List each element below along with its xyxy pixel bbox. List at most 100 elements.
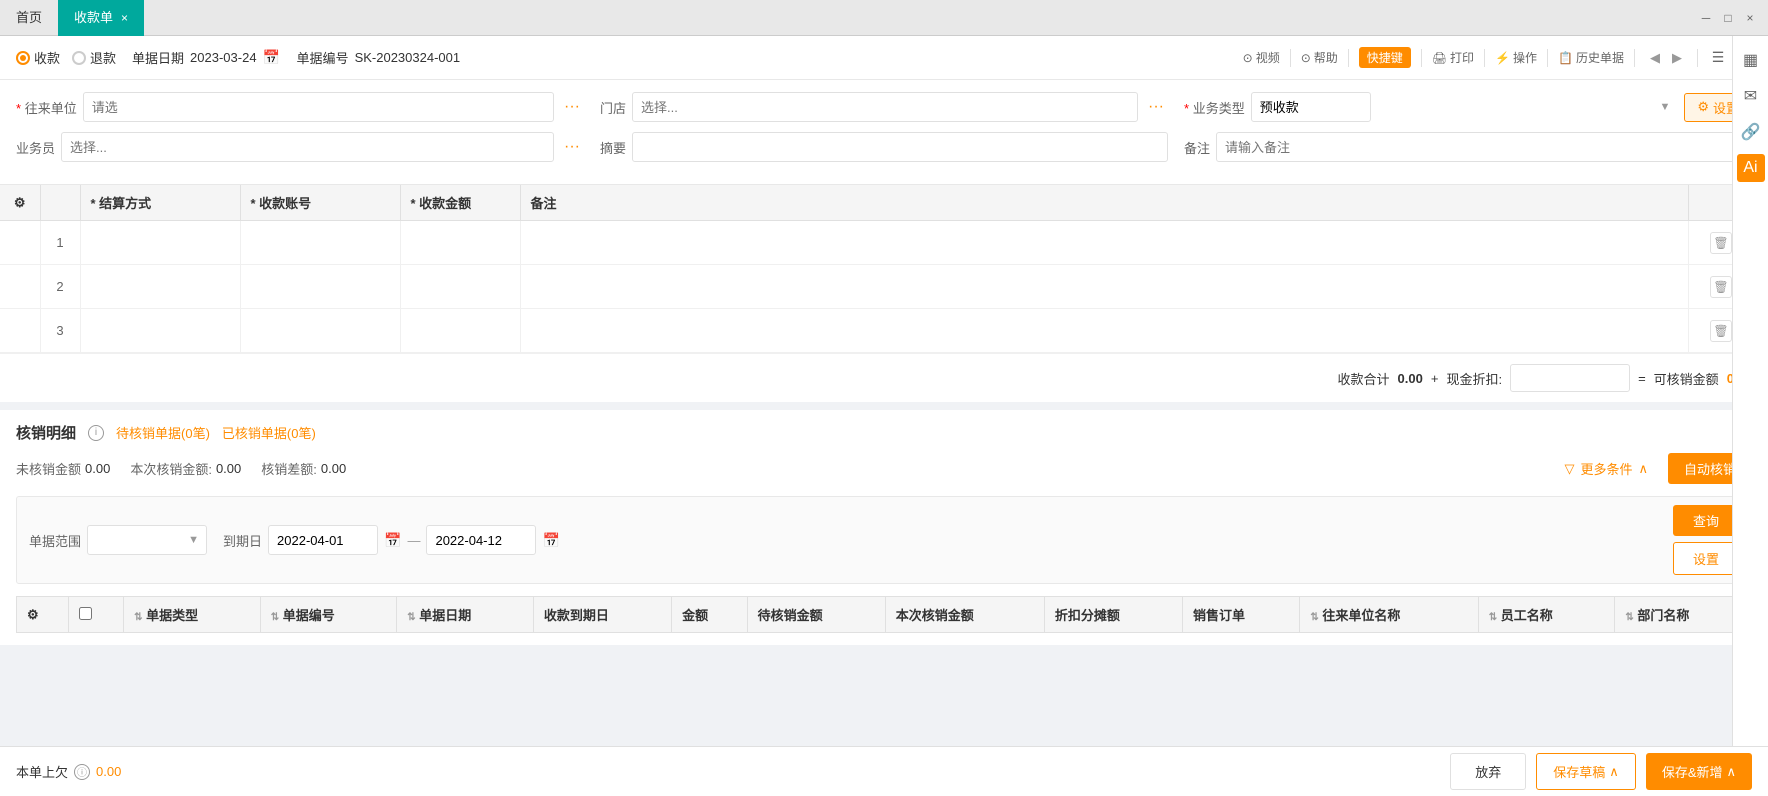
due-date-from[interactable] xyxy=(268,525,378,555)
counterpart-input[interactable] xyxy=(83,92,554,122)
row-1-account[interactable] xyxy=(240,221,400,265)
video-action[interactable]: ⊙ 视频 xyxy=(1243,49,1280,66)
due-date-filter: 到期日 📅 — 📅 xyxy=(223,525,560,555)
biztype-select[interactable]: 预收款 xyxy=(1251,92,1371,122)
save-draft-button[interactable]: 保存草稿 ∧ xyxy=(1536,753,1636,790)
detail-col-checkbox[interactable] xyxy=(69,597,124,633)
sidebar-ai-icon[interactable]: Ai xyxy=(1737,154,1765,182)
detail-col-type: ⇅ 单据类型 xyxy=(124,597,261,633)
receipt-radio[interactable]: 收款 xyxy=(16,48,60,67)
history-action[interactable]: 📋 历史单据 xyxy=(1558,49,1624,66)
row-2-account[interactable] xyxy=(240,265,400,309)
query-button[interactable]: 查询 xyxy=(1673,505,1739,536)
row-2-amount[interactable] xyxy=(400,265,520,309)
calendar-to-icon[interactable]: 📅 xyxy=(542,532,559,549)
row-1-settle[interactable] xyxy=(80,221,240,265)
help-action[interactable]: ⊙ 帮助 xyxy=(1301,49,1338,66)
sidebar-mail-icon[interactable]: ✉ xyxy=(1737,82,1765,110)
bottom-actions: 放弃 保存草稿 ∧ 保存&新增 ∧ xyxy=(1450,753,1752,790)
shortcut-action[interactable]: 快捷键 xyxy=(1359,47,1411,68)
detail-col-date: ⇅ 单据日期 xyxy=(397,597,534,633)
verify-info-icon[interactable]: i xyxy=(88,425,104,441)
sort-billno-icon[interactable]: ⇅ xyxy=(271,612,279,623)
discount-input[interactable] xyxy=(1510,364,1630,392)
history-label: 历史单据 xyxy=(1576,49,1624,66)
date-calendar-icon[interactable]: 📅 xyxy=(263,49,281,67)
row-1-remark[interactable] xyxy=(520,221,1688,265)
row-2-settle[interactable] xyxy=(80,265,240,309)
row-3-account[interactable] xyxy=(240,309,400,353)
operation-label: 操作 xyxy=(1513,49,1537,66)
list-view-icon[interactable]: ☰ xyxy=(1708,48,1728,68)
sidebar-table-icon[interactable]: ▦ xyxy=(1737,46,1765,74)
salesperson-input[interactable] xyxy=(61,132,554,162)
store-field: 门店 ··· xyxy=(600,92,1168,122)
sort-counterpart-icon[interactable]: ⇅ xyxy=(1310,612,1318,623)
detail-col-gear[interactable]: ⚙ xyxy=(17,597,69,633)
detail-col-billno: ⇅ 单据编号 xyxy=(260,597,397,633)
amount-header: * 收款金额 xyxy=(400,185,520,221)
bottom-bar: 本单上欠 ⓘ 0.00 放弃 保存草稿 ∧ 保存&新增 ∧ xyxy=(0,746,1768,796)
plus-sign: + xyxy=(1431,371,1439,386)
sort-date-icon[interactable]: ⇅ xyxy=(407,612,415,623)
maximize-button[interactable]: □ xyxy=(1718,8,1738,28)
store-input[interactable] xyxy=(632,92,1138,122)
close-button[interactable]: × xyxy=(1740,8,1760,28)
bottom-order-label: 本单上欠 xyxy=(16,762,68,781)
sidebar-link-icon[interactable]: 🔗 xyxy=(1737,118,1765,146)
row-2-delete-icon[interactable]: 🗑 xyxy=(1710,276,1732,298)
sort-dept-icon[interactable]: ⇅ xyxy=(1625,612,1633,623)
row-1-delete-icon[interactable]: 🗑 xyxy=(1710,232,1732,254)
summary-input[interactable] xyxy=(632,132,1168,162)
form-section: * 往来单位 ··· 门店 ··· * 业务类型 xyxy=(0,80,1768,185)
summary-bar: 收款合计 0.00 + 现金折扣: = 可核销金额 0.00 xyxy=(0,353,1768,402)
row-3-delete-icon[interactable]: 🗑 xyxy=(1710,320,1732,342)
row-3-amount[interactable] xyxy=(400,309,520,353)
date-value: 2023-03-24 xyxy=(190,50,257,65)
sort-type-icon[interactable]: ⇅ xyxy=(134,612,142,623)
available-label: 可核销金额 xyxy=(1654,369,1719,388)
form-row-1: * 往来单位 ··· 门店 ··· * 业务类型 xyxy=(16,92,1752,122)
row-2-remark[interactable] xyxy=(520,265,1688,309)
bottom-info-icon[interactable]: ⓘ xyxy=(74,764,90,780)
tab-close-icon[interactable]: × xyxy=(121,0,128,36)
sort-employee-icon[interactable]: ⇅ xyxy=(1489,612,1497,623)
select-all-checkbox[interactable] xyxy=(79,607,92,620)
detail-col-salesorder: 销售订单 xyxy=(1183,597,1300,633)
row-1-amount[interactable] xyxy=(400,221,520,265)
current-label: 本次核销金额: xyxy=(130,459,212,478)
due-date-to[interactable] xyxy=(426,525,536,555)
tab-home[interactable]: 首页 xyxy=(0,0,58,36)
remark-input[interactable] xyxy=(1216,132,1752,162)
salesperson-more-icon[interactable]: ··· xyxy=(560,138,584,156)
more-conditions[interactable]: ▽ 更多条件 ∧ xyxy=(1564,459,1648,478)
save-new-label: 保存&新增 xyxy=(1662,762,1723,781)
help-label: 帮助 xyxy=(1314,49,1338,66)
stats-row: 未核销金额 0.00 本次核销金额: 0.00 核销差额: 0.00 ▽ 更多条… xyxy=(16,453,1752,484)
print-action[interactable]: 🖨 打印 xyxy=(1432,49,1474,66)
filter-row: 单据范围 ▼ 到期日 📅 — 📅 查询 设置 xyxy=(16,496,1752,584)
range-select[interactable] xyxy=(87,525,207,555)
done-tab[interactable]: 已核销单据(0笔) xyxy=(222,423,316,442)
verify-header: 核销明细 i 待核销单据(0笔) 已核销单据(0笔) xyxy=(16,422,1752,443)
abandon-button[interactable]: 放弃 xyxy=(1450,753,1526,790)
refund-radio[interactable]: 退款 xyxy=(72,48,116,67)
operation-action[interactable]: ⚡ 操作 xyxy=(1495,49,1537,66)
table-row: 1 🗑 ⧉ xyxy=(0,221,1768,265)
pending-tab[interactable]: 待核销单据(0笔) xyxy=(116,423,210,442)
biztype-label: * 业务类型 xyxy=(1184,98,1245,117)
prev-arrow[interactable]: ◀ xyxy=(1645,48,1665,68)
next-arrow[interactable]: ▶ xyxy=(1667,48,1687,68)
counterpart-more-icon[interactable]: ··· xyxy=(560,98,584,116)
tab-receipt[interactable]: 收款单 × xyxy=(58,0,144,36)
save-new-button[interactable]: 保存&新增 ∧ xyxy=(1646,753,1752,790)
table-gear-header[interactable]: ⚙ xyxy=(0,185,40,221)
row-3-num: 3 xyxy=(40,309,80,353)
detail-settings-button[interactable]: 设置 xyxy=(1673,542,1739,575)
minimize-button[interactable]: ─ xyxy=(1696,8,1716,28)
calendar-from-icon[interactable]: 📅 xyxy=(384,532,401,549)
store-more-icon[interactable]: ··· xyxy=(1144,98,1168,116)
row-3-settle[interactable] xyxy=(80,309,240,353)
row-3-remark[interactable] xyxy=(520,309,1688,353)
current-stat: 本次核销金额: 0.00 xyxy=(130,459,241,478)
